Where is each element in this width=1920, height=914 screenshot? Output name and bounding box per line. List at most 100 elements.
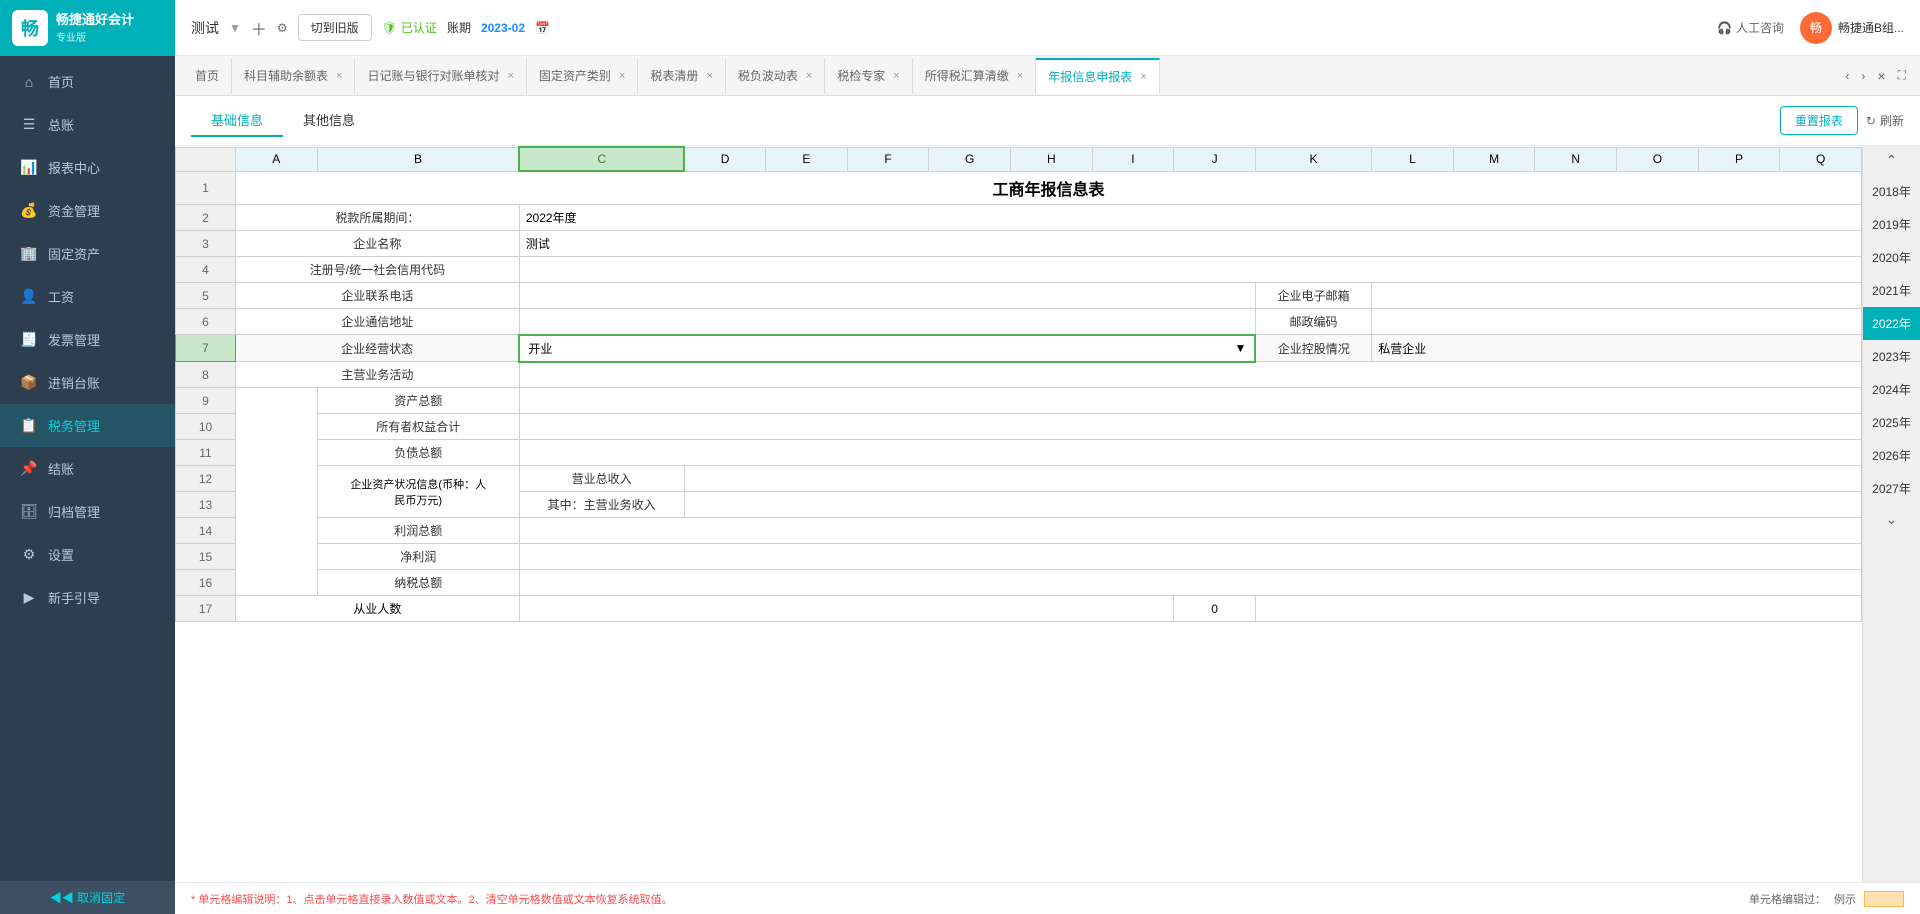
equity-value[interactable] <box>519 414 1861 440</box>
holding-label: 企业控股情况 <box>1255 335 1371 362</box>
col-c-header: C <box>519 147 684 171</box>
content-area: 基础信息 其他信息 重置报表 ↻ 刷新 <box>175 96 1920 914</box>
biz-status-cell[interactable]: 开业 ▼ <box>519 335 1255 362</box>
close-journal-bank-icon[interactable]: × <box>507 70 513 82</box>
company-settings-icon[interactable]: ⚙ <box>277 21 288 35</box>
edit-hint: * 单元格编辑说明：1、点击单元格直接录入数值或文本。2、清空单元格数值或文本恢… <box>191 891 673 907</box>
sidebar-item-report[interactable]: 📊 报表中心 <box>0 146 175 189</box>
consult-button[interactable]: 🎧 人工咨询 <box>1717 19 1784 36</box>
table-row: 9 资产总额 <box>176 388 1862 414</box>
tab-tax-table[interactable]: 税表清册 × <box>638 58 725 94</box>
example-cell <box>1864 891 1904 907</box>
year-scroll-up-button[interactable]: ⌃ <box>1863 146 1920 175</box>
tax-period-value[interactable]: 2022年度 <box>519 205 1861 231</box>
phone-value[interactable] <box>519 283 1255 309</box>
sidebar-item-asset[interactable]: 🏢 固定资产 <box>0 232 175 275</box>
total-revenue-value[interactable] <box>684 466 1862 492</box>
close-tax-fluctuation-icon[interactable]: × <box>806 70 812 82</box>
reset-button[interactable]: 重置报表 <box>1780 106 1858 135</box>
tab-prev-button[interactable]: ‹ <box>1839 65 1855 87</box>
email-value[interactable] <box>1372 283 1862 309</box>
sidebar-item-salary[interactable]: 👤 工资 <box>0 275 175 318</box>
expand-tab-button[interactable]: ⛶ <box>1892 64 1912 87</box>
total-tax-value[interactable] <box>519 570 1861 596</box>
employee-value-right[interactable] <box>1255 596 1861 622</box>
company-name-value[interactable]: 测试 <box>519 231 1861 257</box>
reg-code-value[interactable] <box>519 257 1861 283</box>
sidebar-item-invoice[interactable]: 🧾 发票管理 <box>0 318 175 361</box>
tab-tax-expert[interactable]: 税检专家 × <box>825 58 912 94</box>
employee-value[interactable]: 0 <box>1174 596 1256 622</box>
subtab-basic-info[interactable]: 基础信息 <box>191 104 283 137</box>
year-item-2020[interactable]: 2020年 <box>1863 241 1920 274</box>
year-item-2023[interactable]: 2023年 <box>1863 340 1920 373</box>
year-item-2026[interactable]: 2026年 <box>1863 439 1920 472</box>
year-item-2021[interactable]: 2021年 <box>1863 274 1920 307</box>
row-num: 5 <box>176 283 236 309</box>
add-company-button[interactable]: ＋ <box>251 16 267 40</box>
sidebar-item-guide-label: 新手引导 <box>48 588 100 607</box>
close-tax-table-icon[interactable]: × <box>706 70 712 82</box>
calendar-icon[interactable]: 📅 <box>535 21 550 35</box>
holding-value[interactable]: 私营企业 <box>1372 335 1862 362</box>
sidebar-item-tax[interactable]: 📋 税务管理 <box>0 404 175 447</box>
refresh-button[interactable]: ↻ 刷新 <box>1866 112 1904 129</box>
tab-tax-fluctuation[interactable]: 税负波动表 × <box>726 58 825 94</box>
tab-next-button[interactable]: › <box>1855 65 1871 87</box>
close-auxiliary-balance-icon[interactable]: × <box>336 70 342 82</box>
employee-value-left[interactable] <box>519 596 1173 622</box>
sidebar-item-stock[interactable]: 📦 进销台账 <box>0 361 175 404</box>
dropdown-arrow-icon[interactable]: ▼ <box>1234 341 1246 355</box>
close-annual-report-icon[interactable]: × <box>1140 71 1146 83</box>
tab-journal-bank[interactable]: 日记账与银行对账单核对 × <box>355 58 526 94</box>
close-fixed-asset-type-icon[interactable]: × <box>619 70 625 82</box>
sidebar-item-fund-label: 资金管理 <box>48 201 100 220</box>
year-item-2027[interactable]: 2027年 <box>1863 472 1920 505</box>
total-revenue-label: 营业总收入 <box>519 466 684 492</box>
switch-old-button[interactable]: 切到旧版 <box>298 14 372 41</box>
tab-annual-report[interactable]: 年报信息申报表 × <box>1036 58 1159 94</box>
title-cell[interactable]: 工商年报信息表 <box>236 171 1862 205</box>
cancel-pin-button[interactable]: ◀◀ 取消固定 <box>0 881 175 914</box>
status-bar: * 单元格编辑说明：1、点击单元格直接录入数值或文本。2、清空单元格数值或文本恢… <box>175 882 1920 914</box>
year-item-2019[interactable]: 2019年 <box>1863 208 1920 241</box>
postcode-value[interactable] <box>1372 309 1862 335</box>
sidebar-item-archive-label: 归档管理 <box>48 502 100 521</box>
fund-icon: 💰 <box>20 202 38 219</box>
sidebar-item-fund[interactable]: 💰 资金管理 <box>0 189 175 232</box>
phone-label: 企业联系电话 <box>236 283 520 309</box>
tab-home[interactable]: 首页 <box>183 58 232 94</box>
sidebar-item-close[interactable]: 📌 结账 <box>0 447 175 490</box>
year-scroll-down-button[interactable]: ⌄ <box>1863 505 1920 534</box>
net-profit-value[interactable] <box>519 544 1861 570</box>
close-all-tabs-button[interactable]: × <box>1871 64 1891 88</box>
tab-auxiliary-balance[interactable]: 科目辅助余额表 × <box>232 58 355 94</box>
sidebar-item-archive[interactable]: 🗄 归档管理 <box>0 490 175 533</box>
year-item-2024[interactable]: 2024年 <box>1863 373 1920 406</box>
sidebar-item-guide[interactable]: ▶ 新手引导 <box>0 576 175 619</box>
total-profit-value[interactable] <box>519 518 1861 544</box>
year-item-2018[interactable]: 2018年 <box>1863 175 1920 208</box>
year-item-2025[interactable]: 2025年 <box>1863 406 1920 439</box>
tab-income-tax[interactable]: 所得税汇算清缴 × <box>913 58 1036 94</box>
company-dropdown-icon[interactable]: ▼ <box>229 21 241 35</box>
close-tax-expert-icon[interactable]: × <box>893 70 899 82</box>
subtab-other-info[interactable]: 其他信息 <box>283 104 375 137</box>
main-revenue-value[interactable] <box>684 492 1862 518</box>
year-sidebar: ⌃ 2018年 2019年 2020年 2021年 2022年 2023年 20… <box>1862 146 1920 882</box>
col-d-header: D <box>684 147 766 171</box>
col-k-header: K <box>1255 147 1371 171</box>
sidebar-item-home[interactable]: ⌂ 首页 <box>0 60 175 103</box>
row-num: 11 <box>176 440 236 466</box>
main-biz-value[interactable] <box>519 362 1861 388</box>
sidebar-item-settings[interactable]: ⚙ 设置 <box>0 533 175 576</box>
debt-value[interactable] <box>519 440 1861 466</box>
sidebar-item-ledger[interactable]: ☰ 总账 <box>0 103 175 146</box>
table-row: 12 企业资产状况信息(币种：人民币万元) 营业总收入 <box>176 466 1862 492</box>
tab-fixed-asset-type[interactable]: 固定资产类别 × <box>527 58 638 94</box>
close-income-tax-icon[interactable]: × <box>1017 70 1023 82</box>
year-item-2022[interactable]: 2022年 <box>1863 307 1920 340</box>
total-asset-value[interactable] <box>519 388 1861 414</box>
address-value[interactable] <box>519 309 1255 335</box>
spreadsheet-wrapper[interactable]: A B C D E F G H I J K L <box>175 146 1862 882</box>
